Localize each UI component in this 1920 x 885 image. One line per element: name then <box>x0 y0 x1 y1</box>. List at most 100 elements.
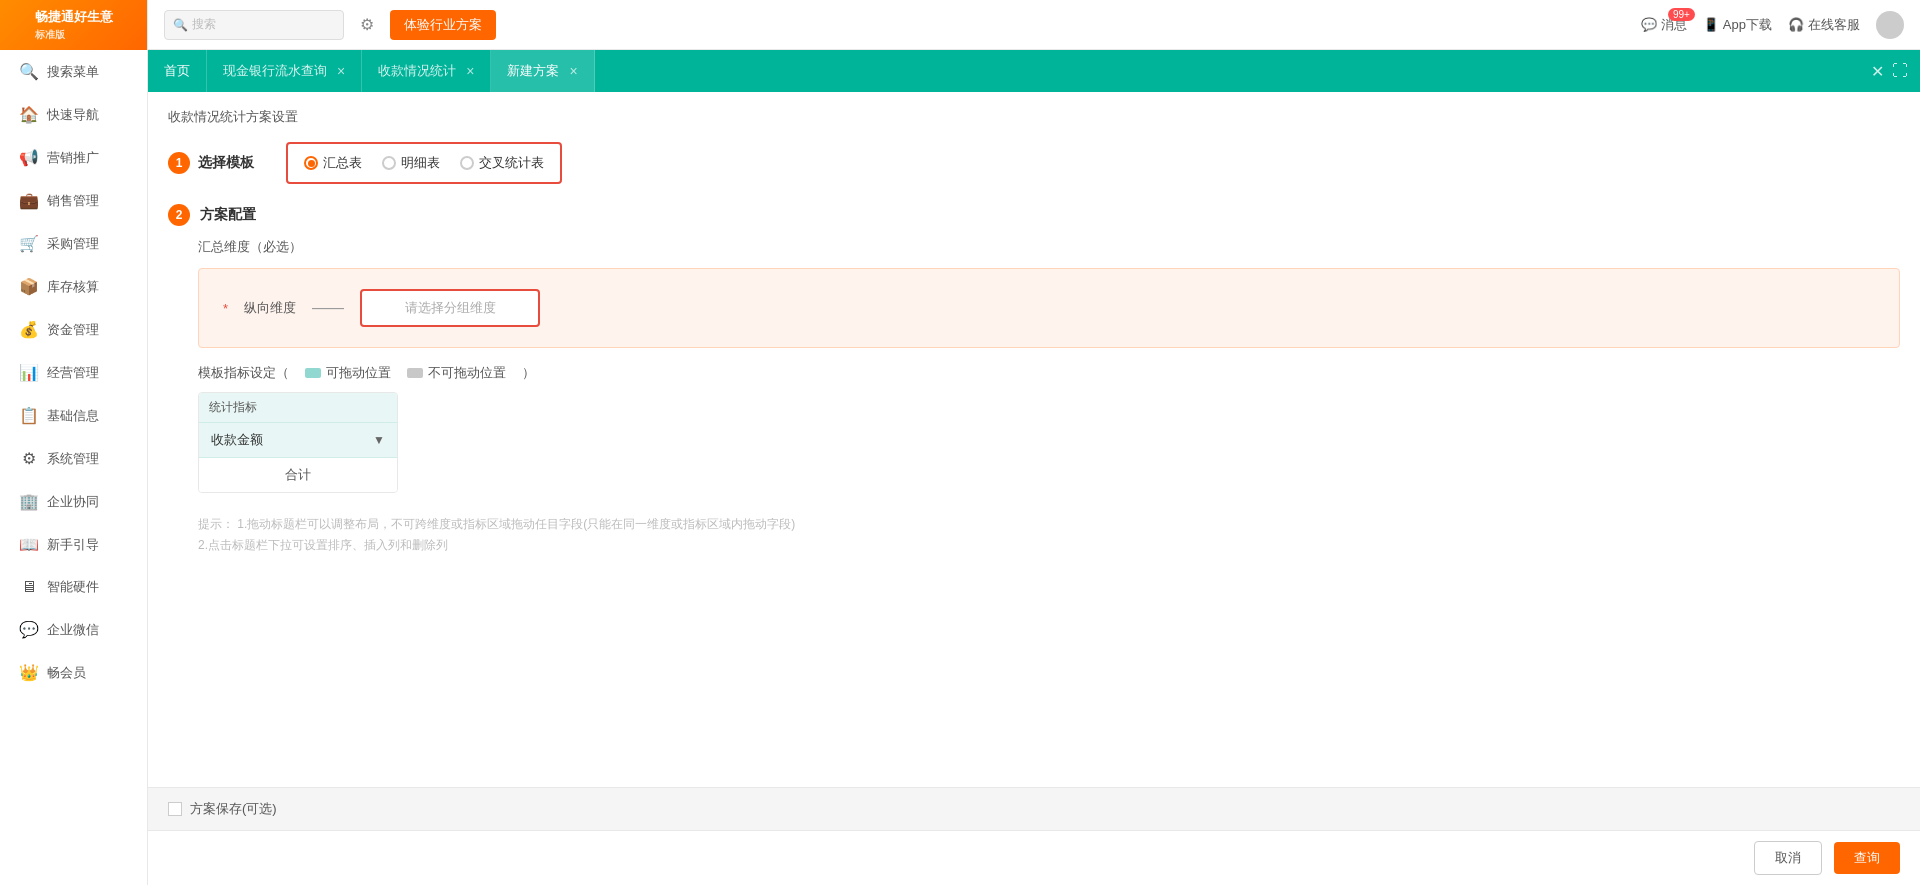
sidebar-item-畅会员[interactable]: 👑畅会员 <box>0 651 147 694</box>
stats-col-label: 收款金额 <box>211 431 263 449</box>
config-section: 汇总维度（必选） * 纵向维度 —— 请选择分组维度 模板指标设定（ <box>198 238 1900 554</box>
app-icon: 📱 <box>1703 17 1719 32</box>
tab-close-1[interactable]: × <box>337 63 345 79</box>
sidebar-item-新手引导[interactable]: 📖 新手引导 <box>0 523 147 566</box>
sidebar-label-11: 新手引导 <box>47 536 99 554</box>
non-draggable-label: 不可拖动位置 <box>428 364 506 382</box>
query-button[interactable]: 查询 <box>1834 842 1900 874</box>
sidebar-label-5: 库存核算 <box>47 278 99 296</box>
online-service-label: 在线客服 <box>1808 16 1860 34</box>
save-label: 方案保存(可选) <box>190 800 277 818</box>
stats-section-header: 统计指标 <box>199 393 397 423</box>
message-icon: 💬 <box>1641 17 1657 32</box>
step2-header: 2 方案配置 <box>168 204 1900 226</box>
dimension-title: 汇总维度（必选） <box>198 239 302 254</box>
sidebar-label-12: 智能硬件 <box>47 578 99 596</box>
hints-section: 提示： 1.拖动标题栏可以调整布局，不可跨维度或指标区域拖动任目字段(只能在同一… <box>198 516 1900 554</box>
user-avatar[interactable] <box>1876 11 1904 39</box>
app-download-action[interactable]: 📱 App下载 <box>1703 16 1772 34</box>
sidebar-item-资金管理[interactable]: 💰资金管理 <box>0 308 147 351</box>
tab-label-3: 新建方案 <box>507 62 559 80</box>
sidebar-item-搜索菜单[interactable]: 🔍 搜索菜单 <box>0 50 147 93</box>
dimension-area: * 纵向维度 —— 请选择分组维度 <box>198 268 1900 348</box>
trial-button[interactable]: 体验行业方案 <box>390 10 496 40</box>
search-bar[interactable]: 🔍 搜索 <box>164 10 344 40</box>
tab-bar: 首页现金银行流水查询×收款情况统计×新建方案× ✕ ⛶ <box>148 50 1920 92</box>
sidebar-icon-4: 🛒 <box>19 234 39 253</box>
main-area: 🔍 搜索 ⚙ 体验行业方案 💬 消息 99+ 📱 App下载 🎧 在线客服 <box>148 0 1920 885</box>
dimension-selector[interactable]: 请选择分组维度 <box>360 289 540 327</box>
sidebar-item-经营管理[interactable]: 📊经营管理 <box>0 351 147 394</box>
sidebar-item-采购管理[interactable]: 🛒 采购管理 <box>0 222 147 265</box>
sidebar-icon-11: 📖 <box>19 535 39 554</box>
radio-label-0: 汇总表 <box>323 154 362 172</box>
sidebar-icon-10: 🏢 <box>19 492 39 511</box>
radio-circle-0 <box>304 156 318 170</box>
step2-section: 2 方案配置 汇总维度（必选） * 纵向维度 —— 请选择分组维度 <box>168 204 1900 554</box>
bottom-bar: 取消 查询 <box>148 830 1920 885</box>
header-right: 💬 消息 99+ 📱 App下载 🎧 在线客服 <box>1641 11 1904 39</box>
maximize-icon[interactable]: ⛶ <box>1892 62 1908 80</box>
non-draggable-legend: 不可拖动位置 <box>407 364 506 382</box>
indicator-title-text: 模板指标设定（ <box>198 364 289 382</box>
draggable-legend: 可拖动位置 <box>305 364 391 382</box>
sidebar-label-10: 企业协同 <box>47 493 99 511</box>
sidebar-item-销售管理[interactable]: 💼销售管理 <box>0 179 147 222</box>
sidebar-label-0: 搜索菜单 <box>47 63 99 81</box>
indicator-title-row: 模板指标设定（ 可拖动位置 不可拖动位置 ） <box>198 364 1900 382</box>
tab-item-3[interactable]: 新建方案 × <box>491 50 594 92</box>
sidebar-item-基础信息[interactable]: 📋 基础信息 <box>0 394 147 437</box>
page-title: 收款情况统计方案设置 <box>168 108 1900 126</box>
sidebar-item-企业微信[interactable]: 💬企业微信 <box>0 608 147 651</box>
radio-circle-2 <box>460 156 474 170</box>
template-option-1[interactable]: 明细表 <box>382 154 440 172</box>
sidebar-icon-12: 🖥 <box>19 578 39 596</box>
stats-dropdown-icon[interactable]: ▼ <box>373 433 385 447</box>
sidebar-logo-tag: 标准版 <box>35 28 113 42</box>
radio-circle-1 <box>382 156 396 170</box>
message-action[interactable]: 💬 消息 99+ <box>1641 16 1687 34</box>
save-checkbox[interactable] <box>168 802 182 816</box>
stats-total-cell: 合计 <box>199 458 397 492</box>
sidebar-label-4: 采购管理 <box>47 235 99 253</box>
sidebar-item-营销推广[interactable]: 📢营销推广 <box>0 136 147 179</box>
settings-icon[interactable]: ⚙ <box>352 10 382 40</box>
tab-item-0[interactable]: 首页 <box>148 50 207 92</box>
close-window-icon[interactable]: ✕ <box>1871 62 1884 81</box>
online-service-action[interactable]: 🎧 在线客服 <box>1788 16 1860 34</box>
vertical-label: 纵向维度 <box>244 299 296 317</box>
sidebar-icon-6: 💰 <box>19 320 39 339</box>
required-mark: * <box>223 301 228 316</box>
step1-header: 1 选择模板 <box>168 152 254 174</box>
indicator-close: ） <box>522 364 535 382</box>
tab-label-0: 首页 <box>164 62 190 80</box>
sidebar-icon-8: 📋 <box>19 406 39 425</box>
search-placeholder: 搜索 <box>192 16 216 33</box>
tab-close-3[interactable]: × <box>569 63 577 79</box>
header-left: 🔍 搜索 ⚙ 体验行业方案 <box>164 10 496 40</box>
template-option-2[interactable]: 交叉统计表 <box>460 154 544 172</box>
step2-label: 方案配置 <box>200 206 256 224</box>
tab-item-2[interactable]: 收款情况统计× <box>362 50 491 92</box>
cancel-button[interactable]: 取消 <box>1754 841 1822 875</box>
sidebar-icon-5: 📦 <box>19 277 39 296</box>
tab-bar-actions: ✕ ⛶ <box>1859 50 1920 92</box>
sidebar-item-库存核算[interactable]: 📦 库存核算 <box>0 265 147 308</box>
template-option-0[interactable]: 汇总表 <box>304 154 362 172</box>
top-header: 🔍 搜索 ⚙ 体验行业方案 💬 消息 99+ 📱 App下载 🎧 在线客服 <box>148 0 1920 50</box>
sidebar-item-快速导航[interactable]: 🏠快速导航 <box>0 93 147 136</box>
step1-number: 1 <box>168 152 190 174</box>
stats-table: 统计指标 收款金额 ▼ 合计 <box>198 392 398 493</box>
sidebar-label-8: 基础信息 <box>47 407 99 425</box>
sidebar-icon-14: 👑 <box>19 663 39 682</box>
sidebar-item-企业协同[interactable]: 🏢 企业协同 <box>0 480 147 523</box>
tab-close-2[interactable]: × <box>466 63 474 79</box>
tab-item-1[interactable]: 现金银行流水查询 × <box>207 50 362 92</box>
sidebar-logo: 畅捷通好生意 标准版 <box>0 0 147 50</box>
sidebar-icon-2: 📢 <box>19 148 39 167</box>
sidebar-icon-0: 🔍 <box>19 62 39 81</box>
tab-label-1: 现金银行流水查询 <box>223 62 327 80</box>
sidebar-item-智能硬件[interactable]: 🖥 智能硬件 <box>0 566 147 608</box>
sidebar-label-13: 企业微信 <box>47 621 99 639</box>
sidebar-item-系统管理[interactable]: ⚙系统管理 <box>0 437 147 480</box>
